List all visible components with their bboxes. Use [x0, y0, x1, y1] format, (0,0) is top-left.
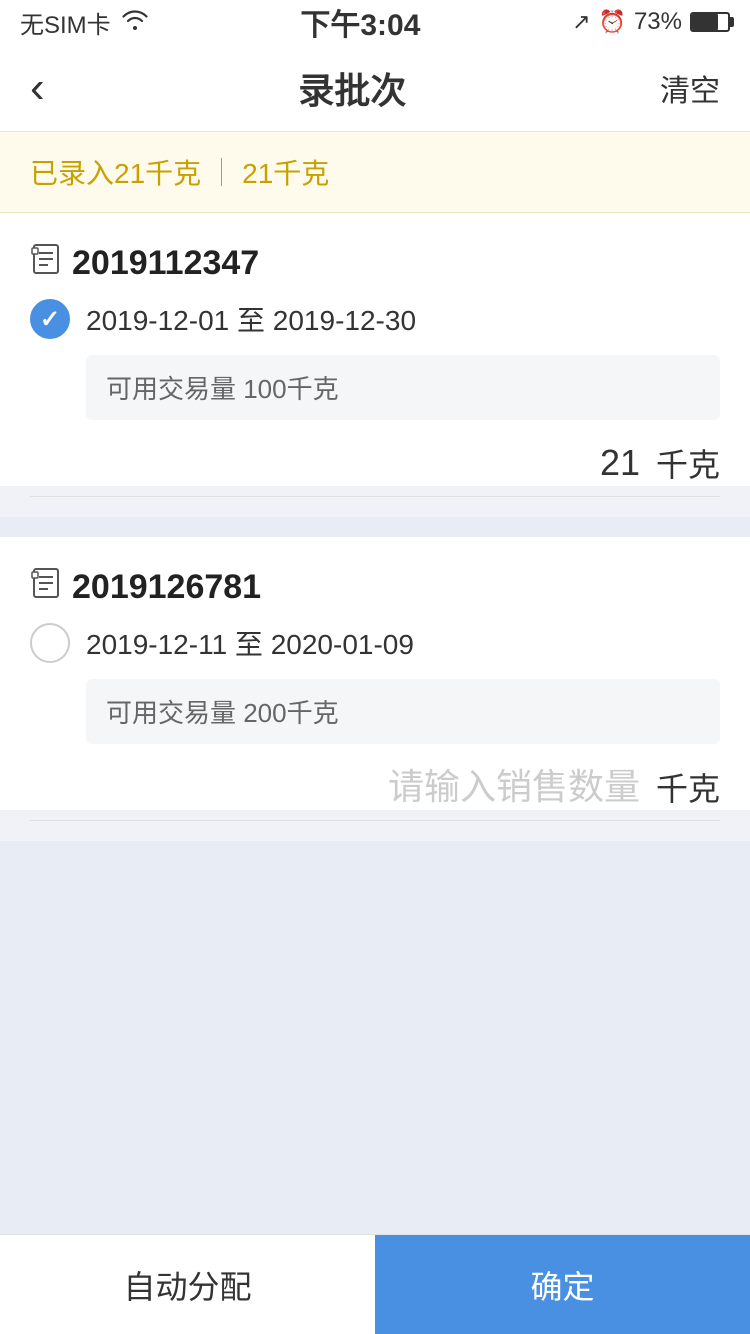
clear-button[interactable]: 清空 [660, 66, 720, 110]
bottom-area [0, 841, 750, 1281]
batch2-unit: 千克 [656, 764, 720, 810]
section-divider [0, 517, 750, 537]
batch1-available: 可用交易量 100千克 [86, 355, 720, 420]
battery-icon [690, 12, 730, 32]
info-banner: 已录入21千克 21千克 [0, 132, 750, 213]
batch2-date-row[interactable]: 2019-12-11 至 2020-01-09 [30, 623, 720, 663]
batch2-radio[interactable] [30, 623, 70, 663]
batch1-header: 2019112347 [30, 243, 720, 283]
batch2-available: 可用交易量 200千克 [86, 679, 720, 744]
confirm-label: 确定 [530, 1262, 594, 1308]
confirm-button[interactable]: 确定 [375, 1235, 750, 1334]
carrier-text: 无SIM卡 [20, 5, 111, 40]
recorded-value: 21千克 [242, 152, 329, 192]
batch2-header: 2019126781 [30, 567, 720, 607]
batch1-date-row[interactable]: 2019-12-01 至 2019-12-30 [30, 299, 720, 339]
batch2-id: 2019126781 [72, 568, 261, 607]
batch-item-2: 2019126781 2019-12-11 至 2020-01-09 可用交易量… [0, 537, 750, 744]
batch2-date: 2019-12-11 至 2020-01-09 [86, 623, 414, 663]
status-time: 下午3:04 [300, 0, 420, 44]
batch1-date: 2019-12-01 至 2019-12-30 [86, 299, 416, 339]
batch1-id: 2019112347 [72, 244, 259, 283]
batch1-icon [30, 243, 62, 283]
batch2-qty-input[interactable] [340, 766, 640, 808]
status-bar: 无SIM卡 下午3:04 ↗ ⏰ 73% [0, 0, 750, 44]
status-right: ↗ ⏰ 73% [572, 8, 730, 36]
battery-percent: 73% [634, 8, 682, 36]
wifi-icon [121, 8, 149, 37]
nav-bar: ‹ 录批次 清空 [0, 44, 750, 132]
batch-item-1: 2019112347 2019-12-01 至 2019-12-30 可用交易量… [0, 213, 750, 420]
footer: 自动分配 确定 [0, 1234, 750, 1334]
location-icon: ↗ [572, 9, 590, 35]
back-button[interactable]: ‹ [30, 63, 45, 113]
page-title: 录批次 [298, 62, 406, 114]
auto-distribute-button[interactable]: 自动分配 [0, 1235, 375, 1334]
alarm-icon: ⏰ [599, 9, 626, 35]
banner-divider [221, 158, 222, 186]
batch2-underline [30, 820, 720, 821]
batch1-radio[interactable] [30, 299, 70, 339]
batch1-unit: 千克 [656, 440, 720, 486]
batch1-underline [30, 496, 720, 497]
batch1-input-row: 千克 [0, 420, 750, 486]
auto-distribute-label: 自动分配 [123, 1262, 251, 1308]
recorded-label: 已录入21千克 [30, 152, 201, 192]
status-left: 无SIM卡 [20, 5, 149, 40]
batch2-input-row: 千克 [0, 744, 750, 810]
batch1-qty-input[interactable] [340, 442, 640, 484]
batch2-icon [30, 567, 62, 607]
